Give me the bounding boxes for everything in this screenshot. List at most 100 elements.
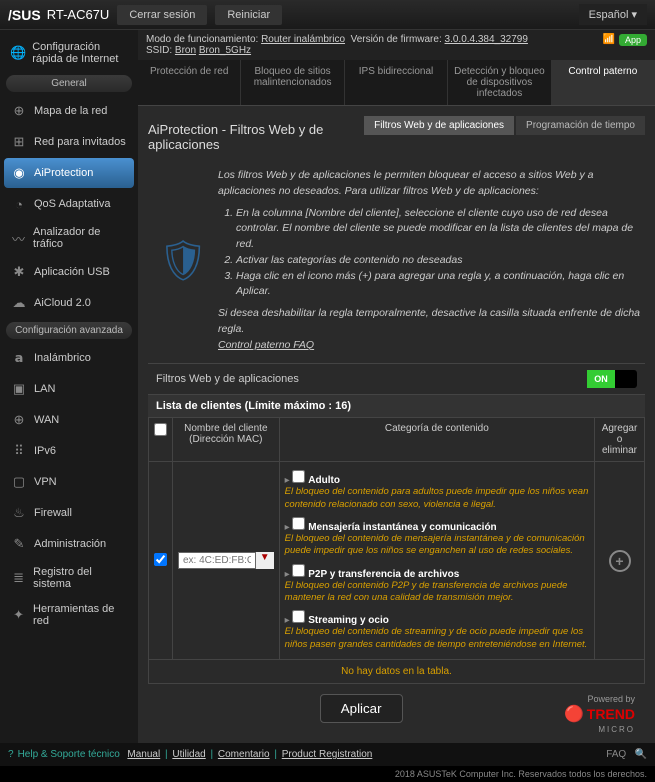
- tab[interactable]: Control paterno: [552, 60, 655, 105]
- sidebar-icon: ◔: [10, 195, 28, 213]
- brand-logo: /SUS: [8, 7, 41, 23]
- tab[interactable]: Detección y bloqueo de dispositivos infe…: [448, 60, 551, 105]
- faq-link[interactable]: Control paterno FAQ: [218, 339, 314, 351]
- sidebar-icon: ▣: [10, 380, 28, 398]
- app-badge[interactable]: App: [619, 34, 647, 46]
- sidebar-quick-setup[interactable]: 🌐 Configuración rápida de Internet: [4, 35, 134, 71]
- sidebar-icon: ⊕: [10, 102, 28, 120]
- sidebar-icon: ✎: [10, 535, 28, 553]
- sidebar-icon: ✦: [10, 606, 27, 624]
- category-row: ▸ Streaming y ocioEl bloqueo del conteni…: [285, 607, 589, 654]
- footer-link[interactable]: Product Registration: [282, 749, 373, 760]
- category-checkbox[interactable]: [292, 470, 305, 483]
- sidebar-item[interactable]: ◔QoS Adaptativa: [4, 189, 134, 219]
- sidebar-item[interactable]: ◉AiProtection: [4, 158, 134, 188]
- info-row: Modo de funcionamiento: Router inalámbri…: [138, 30, 655, 60]
- sidebar-icon: ⊕: [10, 411, 28, 429]
- th-client-name: Nombre del cliente (Dirección MAC): [173, 418, 280, 462]
- tab[interactable]: Bloqueo de sitios malintencionados: [241, 60, 344, 105]
- sidebar-item[interactable]: ⊞Red para invitados: [4, 127, 134, 157]
- sidebar-item[interactable]: ✎Administración: [4, 529, 134, 559]
- apply-button[interactable]: Aplicar: [320, 694, 403, 723]
- mode-link[interactable]: Router inalámbrico: [261, 34, 345, 45]
- footer-faq[interactable]: FAQ: [606, 749, 626, 760]
- globe-icon: 🌐: [10, 44, 26, 62]
- row-checkbox[interactable]: [154, 553, 167, 566]
- sidebar-item[interactable]: 𝗮Inalámbrico: [4, 343, 134, 373]
- expand-icon[interactable]: ▸: [285, 615, 290, 626]
- sidebar-icon: ▢: [10, 473, 28, 491]
- select-all-checkbox[interactable]: [154, 423, 167, 436]
- category-row: ▸ AdultoEl bloqueo del contenido para ad…: [285, 467, 589, 514]
- search-icon[interactable]: 🔍: [635, 749, 647, 760]
- footer-link[interactable]: Manual: [127, 749, 160, 760]
- sidebar-item[interactable]: ⠿IPv6: [4, 436, 134, 466]
- client-list-header: Lista de clientes (Límite máximo : 16): [148, 395, 645, 417]
- footer-link[interactable]: Utilidad: [172, 749, 205, 760]
- no-data-text: No hay datos en la tabla.: [149, 660, 645, 684]
- dropdown-arrow-icon[interactable]: ▼: [256, 552, 274, 569]
- category-checkbox[interactable]: [292, 564, 305, 577]
- tab[interactable]: Protección de red: [138, 60, 241, 105]
- filter-toggle-bar: Filtros Web y de aplicaciones ON: [148, 363, 645, 395]
- sidebar-icon: ⊞: [10, 133, 28, 151]
- firmware-link[interactable]: 3.0.0.4.384_32799: [445, 34, 528, 45]
- sidebar-icon: 𝗮: [10, 349, 28, 367]
- sidebar-item[interactable]: ☁AiCloud 2.0: [4, 288, 134, 318]
- reboot-button[interactable]: Reiniciar: [215, 5, 282, 25]
- client-table: Nombre del cliente (Dirección MAC) Categ…: [148, 417, 645, 684]
- model-name: RT-AC67U: [47, 7, 110, 22]
- tab[interactable]: IPS bidireccional: [345, 60, 448, 105]
- sidebar-icon: ♨: [10, 504, 28, 522]
- intro-text: Los filtros Web y de aplicaciones le per…: [218, 168, 645, 353]
- sidebar-icon: ◉: [10, 164, 28, 182]
- logout-button[interactable]: Cerrar sesión: [117, 5, 207, 25]
- sidebar-item[interactable]: ▢VPN: [4, 467, 134, 497]
- powered-by: Powered by 🔴 TREND MICRO: [564, 694, 635, 734]
- main-content: Modo de funcionamiento: Router inalámbri…: [138, 30, 655, 743]
- table-row: ▼ ▸ AdultoEl bloqueo del contenido para …: [149, 462, 645, 660]
- add-rule-button[interactable]: +: [609, 550, 631, 572]
- th-action: Agregar o eliminar: [595, 418, 645, 462]
- main-tabs: Protección de redBloqueo de sitios malin…: [138, 60, 655, 106]
- copyright: 2018 ASUSTeK Computer Inc. Reservados to…: [0, 766, 655, 782]
- sidebar-group-advanced: Configuración avanzada: [6, 322, 132, 339]
- sidebar-item[interactable]: ▣LAN: [4, 374, 134, 404]
- sidebar-icon: ✱: [10, 263, 28, 281]
- sidebar-item[interactable]: ✱Aplicación USB: [4, 257, 134, 287]
- sidebar-item[interactable]: ⊕Mapa de la red: [4, 96, 134, 126]
- client-mac-input[interactable]: [178, 552, 256, 569]
- sidebar-item[interactable]: 〰Analizador de tráfico: [4, 220, 134, 256]
- shield-icon: 🛡: [148, 168, 218, 353]
- help-icon: ?: [8, 749, 14, 760]
- help-label: Help & Soporte técnico: [18, 749, 120, 760]
- category-checkbox[interactable]: [292, 517, 305, 530]
- sidebar-icon: ≣: [10, 569, 27, 587]
- expand-icon[interactable]: ▸: [285, 522, 290, 533]
- ssid1-link[interactable]: Bron: [175, 45, 196, 56]
- subtab-schedule[interactable]: Programación de tiempo: [516, 116, 645, 135]
- footer: ? Help & Soporte técnico Manual | Utilid…: [0, 743, 655, 766]
- category-checkbox[interactable]: [292, 610, 305, 623]
- footer-link[interactable]: Comentario: [218, 749, 270, 760]
- expand-icon[interactable]: ▸: [285, 475, 290, 486]
- subtabs: Filtros Web y de aplicaciones Programaci…: [362, 116, 645, 135]
- expand-icon[interactable]: ▸: [285, 569, 290, 580]
- topbar: /SUS RT-AC67U Cerrar sesión Reiniciar Es…: [0, 0, 655, 30]
- sidebar-item[interactable]: ♨Firewall: [4, 498, 134, 528]
- wifi-icon: 📶: [603, 34, 615, 45]
- sidebar-item[interactable]: ✦Herramientas de red: [4, 597, 134, 633]
- sidebar-icon: ☁: [10, 294, 28, 312]
- language-select[interactable]: Español ▾: [579, 4, 647, 25]
- ssid2-link[interactable]: Bron_5GHz: [199, 45, 251, 56]
- filter-toggle[interactable]: ON: [587, 370, 637, 388]
- category-row: ▸ Mensajería instantánea y comunicaciónE…: [285, 514, 589, 561]
- sidebar-icon: 〰: [10, 229, 27, 247]
- th-category: Categoría de contenido: [279, 418, 594, 462]
- sidebar-item[interactable]: ⊕WAN: [4, 405, 134, 435]
- sidebar-group-general: General: [6, 75, 132, 92]
- sidebar-icon: ⠿: [10, 442, 28, 460]
- sidebar-item[interactable]: ≣Registro del sistema: [4, 560, 134, 596]
- subtab-webfilter[interactable]: Filtros Web y de aplicaciones: [364, 116, 514, 135]
- sidebar: 🌐 Configuración rápida de Internet Gener…: [0, 30, 138, 743]
